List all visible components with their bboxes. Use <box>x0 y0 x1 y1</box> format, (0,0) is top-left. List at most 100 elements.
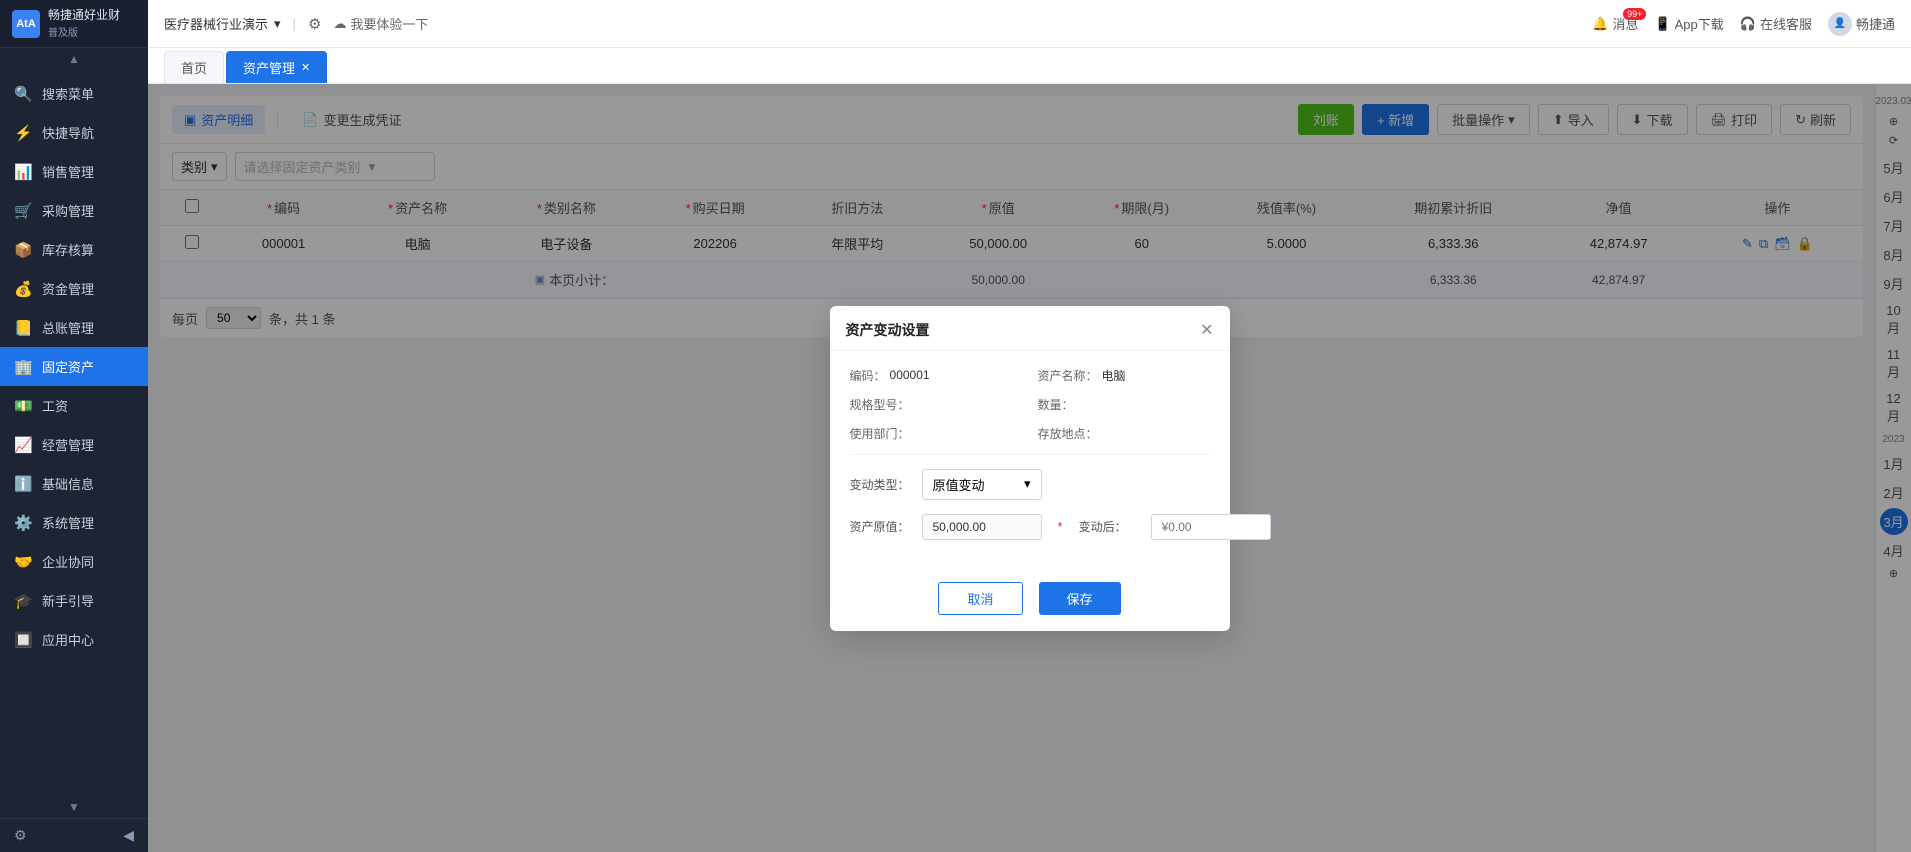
sidebar-label-ledger: 总账管理 <box>42 318 94 337</box>
sidebar-label-operations: 经营管理 <box>42 435 94 454</box>
company-selector[interactable]: 医疗器械行业演示 ▾ <box>164 14 281 33</box>
sidebar-label-app-center: 应用中心 <box>42 630 94 649</box>
sidebar-label-payroll: 工资 <box>42 396 68 415</box>
tab-home-label: 首页 <box>181 58 207 77</box>
after-value-input[interactable] <box>1151 514 1271 540</box>
qty-label: 数量： <box>1038 396 1074 413</box>
search-icon: 🔍 <box>14 85 32 103</box>
purchase-icon: 🛒 <box>14 202 32 220</box>
app-logo-icon: AtA <box>12 10 40 38</box>
settings-icon[interactable]: ⚙ <box>14 827 27 844</box>
sidebar-item-fixed-assets[interactable]: 🏢 固定资产 <box>0 347 148 386</box>
sidebar-nav: 🔍 搜索菜单 ⚡ 快捷导航 📊 销售管理 🛒 采购管理 📦 库存核算 💰 资金管… <box>0 70 148 796</box>
original-value-label: 资产原值： <box>850 518 910 535</box>
fixed-assets-icon: 🏢 <box>14 358 32 376</box>
sidebar-label-inventory: 库存核算 <box>42 240 94 259</box>
tab-close-icon[interactable]: ✕ <box>301 61 310 74</box>
guide-icon: 🎓 <box>14 592 32 610</box>
save-button[interactable]: 保存 <box>1039 582 1121 615</box>
sidebar-scroll-down[interactable]: ▼ <box>0 796 148 818</box>
username: 畅捷通 <box>1856 14 1895 33</box>
value-row: 资产原值： * 变动后： <box>850 514 1210 540</box>
sidebar-scroll-up[interactable]: ▲ <box>0 48 148 70</box>
dialog-body: 编码： 000001 资产名称： 电脑 规格型号： <box>830 351 1230 570</box>
tab-home[interactable]: 首页 <box>164 51 224 83</box>
dialog-close-icon[interactable]: ✕ <box>1200 320 1213 340</box>
tab-asset-label: 资产管理 <box>243 58 295 77</box>
avatar: 👤 <box>1828 12 1852 36</box>
bell-icon: 🔔 <box>1592 16 1608 32</box>
sidebar-label-finance: 资金管理 <box>42 279 94 298</box>
collab-icon: 🤝 <box>14 553 32 571</box>
user-profile[interactable]: 👤 畅捷通 <box>1828 12 1895 36</box>
modal-overlay: 资产变动设置 ✕ 编码： 000001 资产名称： 电脑 <box>148 84 1911 852</box>
operations-icon: 📈 <box>14 436 32 454</box>
change-type-label: 变动类型： <box>850 476 910 493</box>
headset-icon: 🎧 <box>1740 16 1756 32</box>
notify-badge: 99+ <box>1623 8 1646 20</box>
sidebar-item-operations[interactable]: 📈 经营管理 <box>0 425 148 464</box>
sidebar-item-ledger[interactable]: 📒 总账管理 <box>0 308 148 347</box>
dialog-footer: 取消 保存 <box>830 570 1230 631</box>
sidebar-item-quick-nav[interactable]: ⚡ 快捷导航 <box>0 113 148 152</box>
sales-icon: 📊 <box>14 163 32 181</box>
asset-change-dialog: 资产变动设置 ✕ 编码： 000001 资产名称： 电脑 <box>830 306 1230 631</box>
sidebar-label-collab: 企业协同 <box>42 552 94 571</box>
settings-gear-icon[interactable]: ⚙ <box>308 15 321 33</box>
sidebar-item-guide[interactable]: 🎓 新手引导 <box>0 581 148 620</box>
notify-button[interactable]: 🔔 消息 99+ <box>1592 14 1638 33</box>
change-type-dropdown-icon: ▾ <box>1024 476 1031 492</box>
basic-info-icon: ℹ️ <box>14 475 32 493</box>
cancel-button[interactable]: 取消 <box>938 582 1022 615</box>
app-name: 畅捷通好业财 <box>48 8 120 24</box>
company-name: 医疗器械行业演示 <box>164 14 268 33</box>
phone-icon: 📱 <box>1654 16 1670 32</box>
app-center-icon: 🔲 <box>14 631 32 649</box>
inventory-icon: 📦 <box>14 241 32 259</box>
dialog-field-location: 存放地点： <box>1038 425 1210 442</box>
topbar-separator: | <box>293 16 296 31</box>
sidebar-item-finance[interactable]: 💰 资金管理 <box>0 269 148 308</box>
sidebar-item-system[interactable]: ⚙️ 系统管理 <box>0 503 148 542</box>
try-experience[interactable]: ☁ 我要体验一下 <box>333 14 428 33</box>
tab-asset-management[interactable]: 资产管理 ✕ <box>226 51 327 83</box>
sidebar-label-sales: 销售管理 <box>42 162 94 181</box>
payroll-icon: 💵 <box>14 397 32 415</box>
sidebar-item-sales[interactable]: 📊 销售管理 <box>0 152 148 191</box>
sidebar-item-collab[interactable]: 🤝 企业协同 <box>0 542 148 581</box>
spec-label: 规格型号： <box>850 396 910 413</box>
name-value: 电脑 <box>1102 367 1126 384</box>
location-label: 存放地点： <box>1038 425 1098 442</box>
sidebar-item-inventory[interactable]: 📦 库存核算 <box>0 230 148 269</box>
sidebar-item-purchase[interactable]: 🛒 采购管理 <box>0 191 148 230</box>
dialog-field-dept: 使用部门： <box>850 425 1022 442</box>
dialog-title: 资产变动设置 <box>846 320 930 340</box>
after-label: 变动后： <box>1079 518 1139 535</box>
app-download-button[interactable]: 📱 App下载 <box>1654 14 1723 33</box>
sidebar: AtA 畅捷通好业财 普及版 ▲ 🔍 搜索菜单 ⚡ 快捷导航 📊 销售管理 🛒 … <box>0 0 148 852</box>
original-value-input[interactable] <box>922 514 1042 540</box>
dialog-info-row-1: 编码： 000001 资产名称： 电脑 <box>850 367 1210 384</box>
cloud-icon: ☁ <box>333 16 346 32</box>
service-button[interactable]: 🎧 在线客服 <box>1740 14 1812 33</box>
dialog-divider <box>850 454 1210 455</box>
change-type-row: 变动类型： 原值变动 ▾ <box>850 469 1210 500</box>
sidebar-label-search: 搜索菜单 <box>42 84 94 103</box>
topbar: 医疗器械行业演示 ▾ | ⚙ ☁ 我要体验一下 🔔 消息 99+ 📱 App下载… <box>148 0 1911 48</box>
dialog-info-row-2: 规格型号： 数量： <box>850 396 1210 413</box>
content-area: ▣ 资产明细 📄 变更生成凭证 刘账 + 新增 批量操作 <box>148 84 1911 852</box>
sidebar-item-app-center[interactable]: 🔲 应用中心 <box>0 620 148 659</box>
change-type-select[interactable]: 原值变动 ▾ <box>922 469 1042 500</box>
quick-nav-icon: ⚡ <box>14 124 32 142</box>
sidebar-bottom: ⚙ ◀ <box>0 818 148 852</box>
main-area: 医疗器械行业演示 ▾ | ⚙ ☁ 我要体验一下 🔔 消息 99+ 📱 App下载… <box>148 0 1911 852</box>
collapse-icon[interactable]: ◀ <box>123 827 134 844</box>
code-value: 000001 <box>890 368 930 382</box>
sidebar-label-system: 系统管理 <box>42 513 94 532</box>
sidebar-label-fixed-assets: 固定资产 <box>42 357 94 376</box>
change-type-value: 原值变动 <box>933 475 985 494</box>
sidebar-item-search[interactable]: 🔍 搜索菜单 <box>0 74 148 113</box>
sidebar-item-payroll[interactable]: 💵 工资 <box>0 386 148 425</box>
sidebar-item-basic-info[interactable]: ℹ️ 基础信息 <box>0 464 148 503</box>
topbar-right: 🔔 消息 99+ 📱 App下载 🎧 在线客服 👤 畅捷通 <box>1592 12 1895 36</box>
